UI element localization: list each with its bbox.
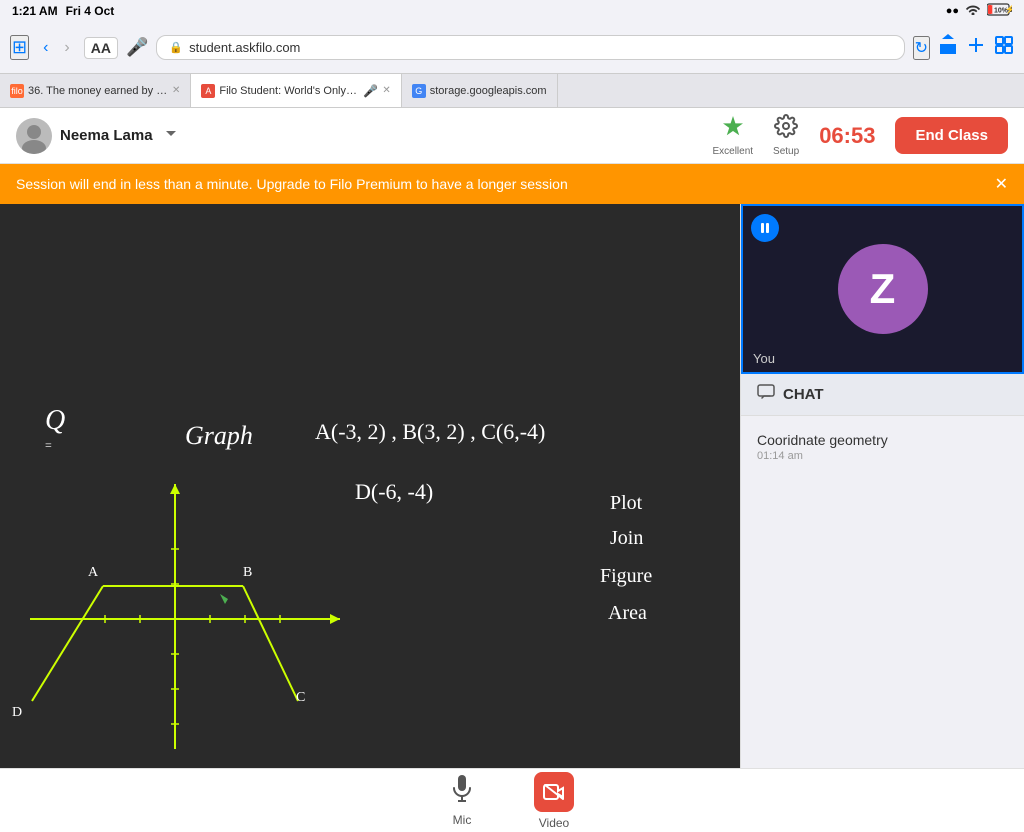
excellent-label: Excellent <box>712 146 753 157</box>
tabs-button[interactable] <box>994 35 1014 60</box>
user-dropdown-button[interactable] <box>161 123 181 148</box>
svg-text:B: B <box>243 565 252 580</box>
tab-1-close[interactable]: ✕ <box>172 85 180 96</box>
video-pulse-indicator <box>751 214 779 242</box>
mic-label: Mic <box>453 813 472 827</box>
excellent-icon <box>721 114 745 144</box>
tab-3[interactable]: G storage.googleapis.com <box>402 74 558 107</box>
tab-2[interactable]: A Filo Student: World's Only Live Instan… <box>191 74 401 107</box>
video-off-icon <box>534 772 574 812</box>
mic-browser-icon: 🎤 <box>126 37 148 58</box>
svg-text:Join: Join <box>610 527 643 549</box>
reload-button[interactable]: ↻ <box>913 36 930 60</box>
share-button[interactable] <box>938 34 958 61</box>
address-bar[interactable]: 🔒 student.askfilo.com <box>156 35 904 60</box>
user-avatar <box>16 118 52 154</box>
setup-label: Setup <box>773 146 799 157</box>
chat-messages-area: Cooridnate geometry 01:14 am <box>741 416 1024 768</box>
session-timer: 06:53 <box>819 123 875 149</box>
status-bar: 1:21 AM Fri 4 Oct ●● 10% ⚡ <box>0 0 1024 22</box>
signal-dots: ●● <box>946 5 959 17</box>
bottom-toolbar: Mic Video <box>0 768 1024 832</box>
right-panel: Z You CHAT Cooridnate geometry 01:14 am <box>740 204 1024 768</box>
message-text-1: Cooridnate geometry <box>757 432 1008 448</box>
notification-message: Session will end in less than a minute. … <box>16 176 568 192</box>
main-content: Q = Graph A(-3, 2) , B(3, 2) , C(6,-4) D… <box>0 204 1024 768</box>
header-controls: Excellent Setup 06:53 End Class <box>712 114 1008 157</box>
tab-2-favicon: A <box>201 84 215 98</box>
chat-header: CHAT <box>741 374 1024 416</box>
mic-icon <box>450 774 474 809</box>
browser-chrome: ⊞ ‹ › AA 🎤 🔒 student.askfilo.com ↻ <box>0 22 1024 74</box>
nav-buttons: ‹ › <box>37 37 76 59</box>
time-display: 1:21 AM <box>12 4 58 18</box>
user-info: Neema Lama <box>16 118 712 154</box>
video-area: Z You <box>741 204 1024 374</box>
new-tab-button[interactable] <box>966 35 986 60</box>
forward-button[interactable]: › <box>58 37 75 59</box>
sidebar-button[interactable]: ⊞ <box>10 35 29 60</box>
svg-text:Q: Q <box>45 405 65 436</box>
chat-icon <box>757 384 775 405</box>
svg-text:D(-6, -4): D(-6, -4) <box>355 479 433 504</box>
user-name-label: Neema Lama <box>60 127 153 144</box>
tab-mic-icon: 🎤 <box>363 84 378 98</box>
svg-text:Figure: Figure <box>600 565 652 587</box>
message-time-1: 01:14 am <box>757 450 1008 462</box>
tab-bar: filo 36. The money earned by a businessm… <box>0 74 1024 108</box>
app-header: Neema Lama Excellent Setup 06:53 End Cla… <box>0 108 1024 164</box>
chat-title-label: CHAT <box>783 386 824 403</box>
excellent-control: Excellent <box>712 114 753 157</box>
date-display: Fri 4 Oct <box>66 4 115 18</box>
chat-message-1: Cooridnate geometry 01:14 am <box>757 432 1008 462</box>
back-button[interactable]: ‹ <box>37 37 54 59</box>
whiteboard-canvas: Q = Graph A(-3, 2) , B(3, 2) , C(6,-4) D… <box>0 204 740 768</box>
tab-2-close[interactable]: ✕ <box>382 85 390 96</box>
tab-3-label: storage.googleapis.com <box>430 85 547 97</box>
mic-tool[interactable]: Mic <box>450 774 474 827</box>
wifi-icon <box>965 4 981 18</box>
video-label: Video <box>539 816 569 830</box>
svg-text:Area: Area <box>608 602 647 624</box>
user-video-avatar: Z <box>838 244 928 334</box>
svg-text:=: = <box>45 438 52 452</box>
video-tool[interactable]: Video <box>534 772 574 830</box>
setup-icon <box>774 114 798 144</box>
tab-2-label: Filo Student: World's Only Live Instant … <box>219 85 359 97</box>
tab-1-label: 36. The money earned by a businessman de… <box>28 85 168 97</box>
banner-close-button[interactable]: ✕ <box>995 174 1008 194</box>
avatar-letter: Z <box>870 265 896 313</box>
chat-panel: CHAT Cooridnate geometry 01:14 am <box>741 374 1024 768</box>
tab-3-favicon: G <box>412 84 426 98</box>
pulse-dot <box>751 214 779 242</box>
lock-icon: 🔒 <box>169 41 183 54</box>
svg-text:A(-3, 2) , B(3, 2) , C(6,-4): A(-3, 2) , B(3, 2) , C(6,-4) <box>315 419 545 444</box>
tab-1-favicon: filo <box>10 84 24 98</box>
status-right: ●● 10% ⚡ <box>946 3 1012 19</box>
svg-text:Graph: Graph <box>185 421 253 450</box>
svg-text:D: D <box>12 705 22 720</box>
aa-button[interactable]: AA <box>84 37 118 59</box>
you-label: You <box>753 351 775 366</box>
notification-banner: Session will end in less than a minute. … <box>0 164 1024 204</box>
whiteboard[interactable]: Q = Graph A(-3, 2) , B(3, 2) , C(6,-4) D… <box>0 204 740 768</box>
battery-display: 10% ⚡ <box>987 3 1012 19</box>
url-display: student.askfilo.com <box>189 40 300 55</box>
svg-text:C: C <box>296 690 305 705</box>
svg-text:⚡: ⚡ <box>1005 4 1012 14</box>
status-left: 1:21 AM Fri 4 Oct <box>12 4 114 18</box>
svg-text:Plot: Plot <box>610 492 643 514</box>
tab-1[interactable]: filo 36. The money earned by a businessm… <box>0 74 191 107</box>
end-class-button[interactable]: End Class <box>895 117 1008 154</box>
svg-text:A: A <box>88 565 99 580</box>
setup-control[interactable]: Setup <box>773 114 799 157</box>
